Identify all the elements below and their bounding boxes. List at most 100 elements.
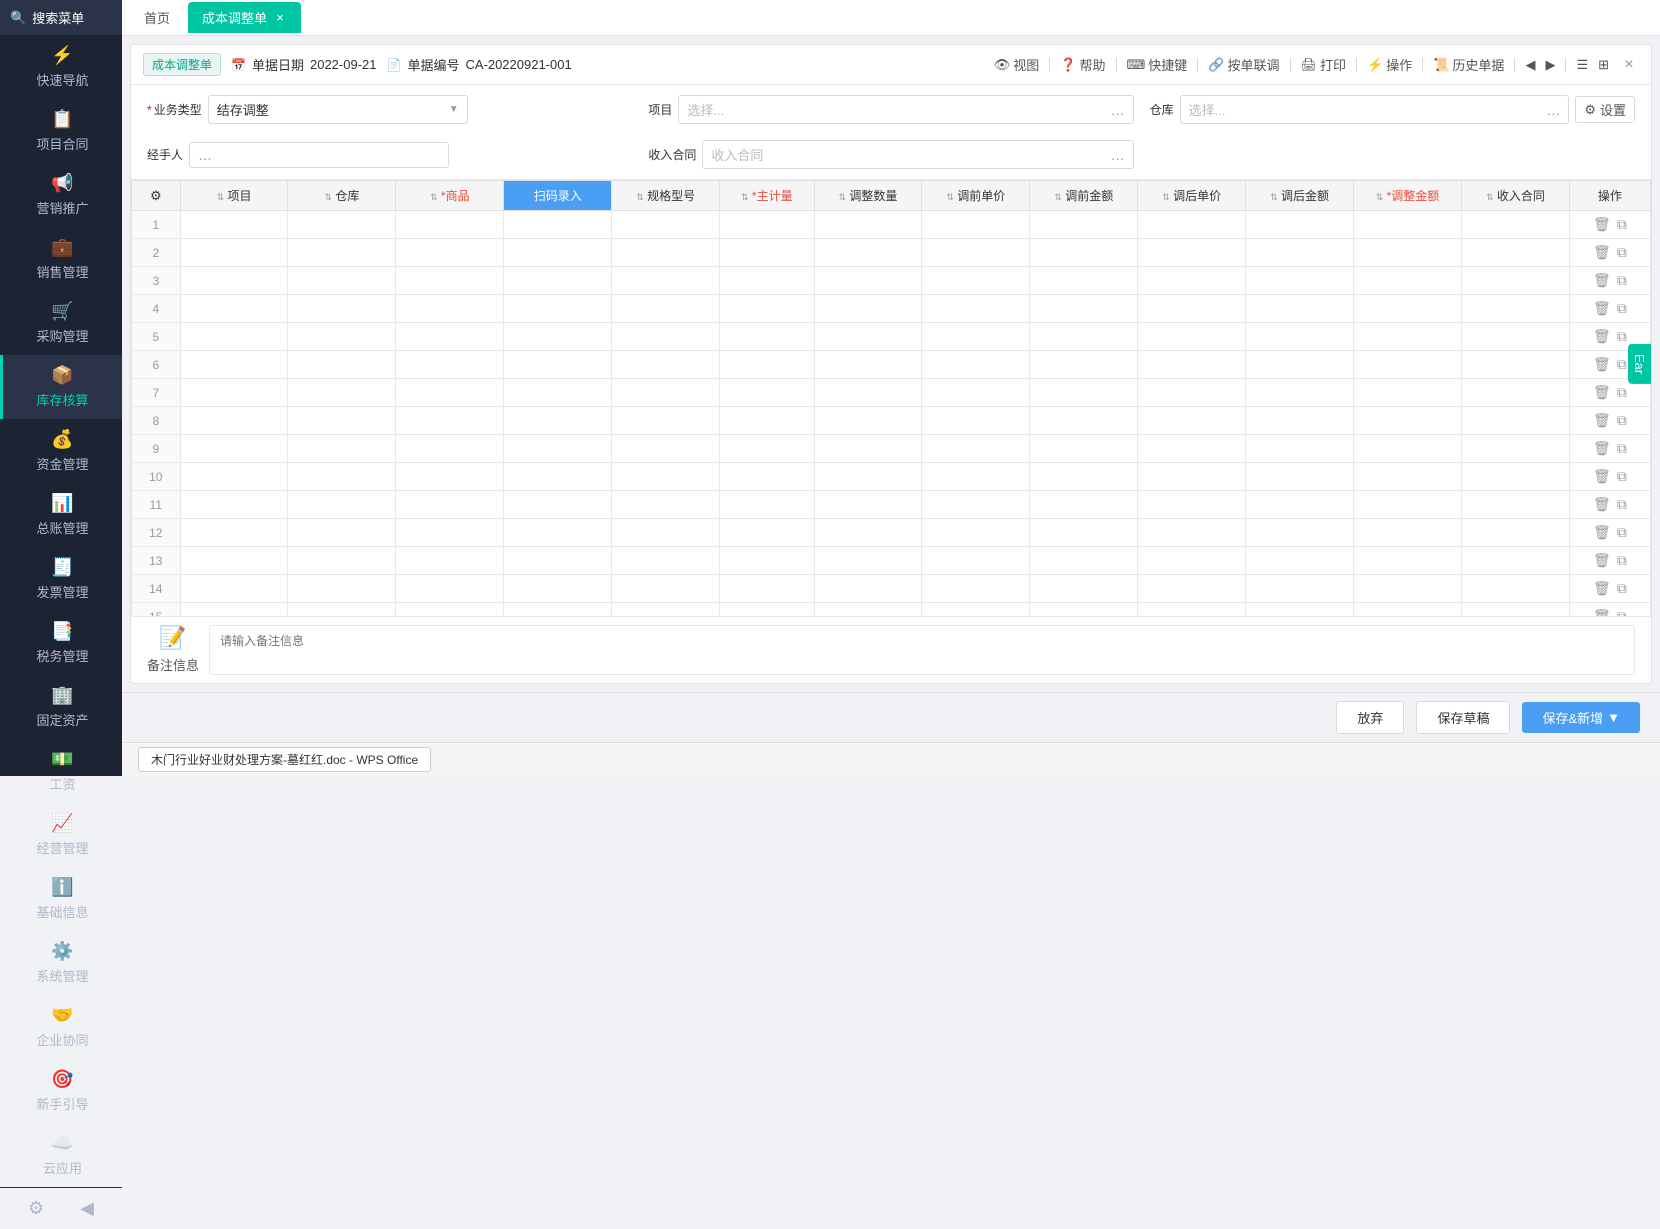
delete-icon[interactable]: 🗑 — [1593, 356, 1611, 373]
row-pre-price[interactable] — [922, 267, 1030, 295]
row-unit[interactable] — [720, 547, 814, 575]
row-warehouse[interactable] — [288, 603, 396, 617]
batch-link-btn[interactable]: 🔗 按单联调 — [1208, 55, 1279, 74]
row-scan[interactable] — [504, 239, 612, 267]
row-spec[interactable] — [612, 211, 720, 239]
row-pre-price[interactable] — [922, 463, 1030, 491]
row-project[interactable] — [180, 575, 288, 603]
delete-icon[interactable]: 🗑 — [1593, 608, 1611, 616]
row-spec[interactable] — [612, 379, 720, 407]
row-project[interactable] — [180, 519, 288, 547]
notes-input[interactable] — [209, 625, 1635, 675]
row-pre-price[interactable] — [922, 323, 1030, 351]
row-goods[interactable] — [396, 323, 504, 351]
row-adj-amt[interactable] — [1354, 211, 1462, 239]
row-pre-amt[interactable] — [1030, 379, 1138, 407]
sidebar-item-project-contract[interactable]: 📋 项目合同 — [0, 99, 122, 163]
row-post-amt[interactable] — [1246, 267, 1354, 295]
copy-icon[interactable]: ⧉ — [1617, 412, 1627, 429]
row-adj-amt[interactable] — [1354, 407, 1462, 435]
row-adj-qty[interactable] — [814, 491, 922, 519]
row-scan[interactable] — [504, 407, 612, 435]
row-spec[interactable] — [612, 407, 720, 435]
row-warehouse[interactable] — [288, 575, 396, 603]
sidebar-item-sys-mgmt[interactable]: ⚙️ 系统管理 — [0, 931, 122, 995]
sidebar-search[interactable]: 🔍 搜索菜单 — [0, 0, 122, 35]
row-income[interactable] — [1461, 323, 1569, 351]
row-pre-amt[interactable] — [1030, 267, 1138, 295]
sidebar-item-finance-mgmt[interactable]: 💰 资金管理 — [0, 419, 122, 483]
row-warehouse[interactable] — [288, 379, 396, 407]
row-warehouse[interactable] — [288, 295, 396, 323]
help-btn[interactable]: ❓ 帮助 — [1060, 55, 1105, 74]
discard-button[interactable]: 放弃 — [1336, 701, 1404, 734]
row-pre-price[interactable] — [922, 379, 1030, 407]
row-warehouse[interactable] — [288, 435, 396, 463]
row-pre-amt[interactable] — [1030, 491, 1138, 519]
row-adj-amt[interactable] — [1354, 379, 1462, 407]
row-project[interactable] — [180, 379, 288, 407]
row-project[interactable] — [180, 351, 288, 379]
row-warehouse[interactable] — [288, 463, 396, 491]
row-adj-qty[interactable] — [814, 547, 922, 575]
row-adj-amt[interactable] — [1354, 547, 1462, 575]
sidebar-item-basic-info[interactable]: ℹ️ 基础信息 — [0, 867, 122, 931]
row-scan[interactable] — [504, 379, 612, 407]
row-post-amt[interactable] — [1246, 603, 1354, 617]
copy-icon[interactable]: ⧉ — [1617, 608, 1627, 616]
row-adj-amt[interactable] — [1354, 351, 1462, 379]
row-post-price[interactable] — [1138, 463, 1246, 491]
row-post-price[interactable] — [1138, 267, 1246, 295]
delete-icon[interactable]: 🗑 — [1593, 384, 1611, 401]
collapse-icon[interactable]: ◀ — [80, 1198, 94, 1219]
row-adj-qty[interactable] — [814, 463, 922, 491]
row-scan[interactable] — [504, 575, 612, 603]
row-pre-price[interactable] — [922, 519, 1030, 547]
row-adj-qty[interactable] — [814, 267, 922, 295]
row-adj-amt[interactable] — [1354, 295, 1462, 323]
row-pre-price[interactable] — [922, 575, 1030, 603]
row-goods[interactable] — [396, 267, 504, 295]
view-btn[interactable]: 👁 视图 — [994, 55, 1040, 74]
row-post-amt[interactable] — [1246, 463, 1354, 491]
row-adj-qty[interactable] — [814, 435, 922, 463]
copy-icon[interactable]: ⧉ — [1617, 356, 1627, 373]
row-goods[interactable] — [396, 211, 504, 239]
row-pre-price[interactable] — [922, 491, 1030, 519]
row-project[interactable] — [180, 435, 288, 463]
row-post-amt[interactable] — [1246, 351, 1354, 379]
delete-icon[interactable]: 🗑 — [1593, 272, 1611, 289]
warehouse-input[interactable]: 选择... … — [1180, 95, 1570, 124]
row-post-price[interactable] — [1138, 603, 1246, 617]
delete-icon[interactable]: 🗑 — [1593, 552, 1611, 569]
row-income[interactable] — [1461, 239, 1569, 267]
taskbar-item-wps[interactable]: 木门行业好业财处理方案-墓红红.doc - WPS Office — [138, 747, 431, 772]
row-adj-qty[interactable] — [814, 323, 922, 351]
row-post-price[interactable] — [1138, 491, 1246, 519]
copy-icon[interactable]: ⧉ — [1617, 440, 1627, 457]
income-contract-input[interactable]: 收入合同 … — [702, 140, 1133, 169]
row-project[interactable] — [180, 603, 288, 617]
row-post-price[interactable] — [1138, 435, 1246, 463]
row-pre-amt[interactable] — [1030, 435, 1138, 463]
row-scan[interactable] — [504, 603, 612, 617]
grid-view-btn[interactable]: ⊞ — [1598, 57, 1609, 73]
row-warehouse[interactable] — [288, 211, 396, 239]
print-btn[interactable]: 🖨 打印 — [1301, 55, 1347, 74]
copy-icon[interactable]: ⧉ — [1617, 468, 1627, 485]
row-adj-amt[interactable] — [1354, 519, 1462, 547]
row-warehouse[interactable] — [288, 547, 396, 575]
row-unit[interactable] — [720, 379, 814, 407]
row-scan[interactable] — [504, 491, 612, 519]
row-spec[interactable] — [612, 351, 720, 379]
row-pre-amt[interactable] — [1030, 463, 1138, 491]
tab-home[interactable]: 首页 — [130, 2, 184, 33]
row-goods[interactable] — [396, 295, 504, 323]
row-spec[interactable] — [612, 575, 720, 603]
nav-next-btn[interactable]: ▶ — [1545, 57, 1555, 73]
row-scan[interactable] — [504, 211, 612, 239]
row-warehouse[interactable] — [288, 239, 396, 267]
row-unit[interactable] — [720, 211, 814, 239]
row-income[interactable] — [1461, 407, 1569, 435]
settings-bottom-icon[interactable]: ⚙ — [28, 1198, 44, 1219]
